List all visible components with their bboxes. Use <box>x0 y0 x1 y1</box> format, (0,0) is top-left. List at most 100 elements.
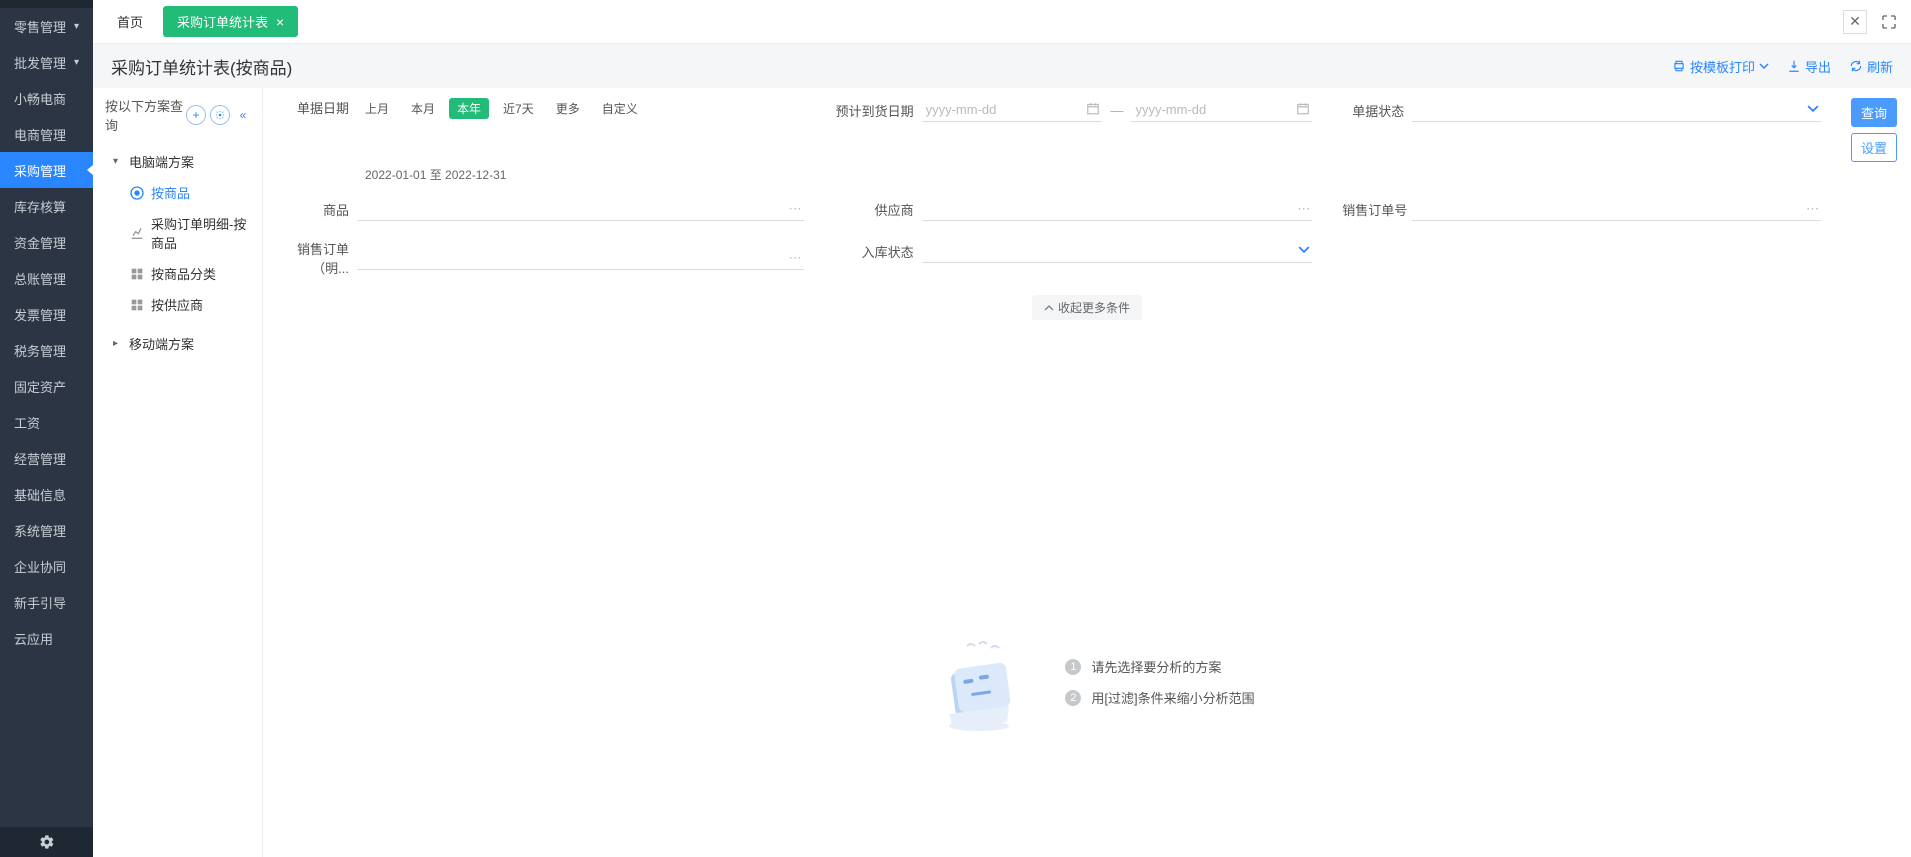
tree-leaf-label: 按商品 <box>151 183 190 202</box>
query-button[interactable]: 查询 <box>1851 98 1897 127</box>
step-num-1: 1 <box>1065 659 1081 675</box>
chart-icon <box>129 225 145 241</box>
doc-status-select[interactable] <box>1412 98 1821 122</box>
date-chip-5[interactable]: 自定义 <box>594 98 646 119</box>
nav-item-9[interactable]: 税务管理 <box>0 332 93 368</box>
empty-illustration-icon <box>919 622 1039 742</box>
form-item-product: 商品 ⋯ <box>277 197 804 221</box>
nav-item-16[interactable]: 新手引导 <box>0 584 93 620</box>
nav-item-label: 零售管理 <box>14 17 66 36</box>
settings-button[interactable]: 设置 <box>1851 133 1897 162</box>
nav-item-15[interactable]: 企业协同 <box>0 548 93 584</box>
tab-label: 采购订单统计表 <box>177 12 268 31</box>
form-item-sales-order-no: 销售订单号 ⋯ <box>1342 197 1821 221</box>
form-item-sales-order-detail: 销售订单（明... ⋯ <box>277 239 804 277</box>
nav-item-7[interactable]: 总账管理 <box>0 260 93 296</box>
nav-item-17[interactable]: 云应用 <box>0 620 93 656</box>
more-icon[interactable]: ⋯ <box>1806 201 1819 217</box>
date-chip-0[interactable]: 上月 <box>357 98 397 119</box>
collapse-conditions-button[interactable]: 收起更多条件 <box>1032 295 1142 320</box>
tree-leaf-0-0[interactable]: 按商品 <box>93 177 262 208</box>
tree-group-label: 电脑端方案 <box>129 152 194 171</box>
more-icon[interactable]: ⋯ <box>789 201 802 217</box>
nav-item-12[interactable]: 经营管理 <box>0 440 93 476</box>
nav-footer <box>0 827 93 857</box>
doc-date-range-text: 2022-01-01 至 2022-12-31 <box>277 166 1897 183</box>
nav-item-0[interactable]: 零售管理▾ <box>0 8 93 44</box>
date-chip-4[interactable]: 更多 <box>548 98 588 119</box>
nav-item-3[interactable]: 电商管理 <box>0 116 93 152</box>
nav-item-13[interactable]: 基础信息 <box>0 476 93 512</box>
refresh-button[interactable]: 刷新 <box>1849 57 1893 76</box>
scheme-settings-button[interactable] <box>210 105 230 125</box>
export-icon <box>1787 59 1801 73</box>
product-input[interactable] <box>357 197 804 221</box>
sales-order-no-input[interactable] <box>1412 197 1821 221</box>
nav-item-label: 电商管理 <box>14 125 66 144</box>
tree-leaf-label: 按供应商 <box>151 295 203 314</box>
nav-item-label: 库存核算 <box>14 197 66 216</box>
supplier-input[interactable] <box>922 197 1313 221</box>
sales-order-detail-input[interactable] <box>357 246 804 270</box>
date-chip-1[interactable]: 本月 <box>403 98 443 119</box>
chevron-down-icon <box>1759 61 1769 71</box>
expected-date-to-input[interactable] <box>1131 98 1312 122</box>
grid-icon <box>129 266 145 282</box>
gear-icon[interactable] <box>39 834 55 850</box>
gear-small-icon <box>215 110 225 120</box>
expected-date-from-input[interactable] <box>922 98 1103 122</box>
form-item-doc-status: 单据状态 <box>1342 98 1821 122</box>
nav-item-4[interactable]: 采购管理 <box>0 152 93 188</box>
tree-leaf-0-2[interactable]: 按商品分类 <box>93 258 262 289</box>
calendar-icon[interactable] <box>1086 102 1100 119</box>
chevron-right-icon: ▸ <box>113 338 123 349</box>
nav-item-label: 固定资产 <box>14 377 66 396</box>
target-icon <box>129 185 145 201</box>
nav-item-14[interactable]: 系统管理 <box>0 512 93 548</box>
nav-item-label: 资金管理 <box>14 233 66 252</box>
content: 按以下方案查询 + « ▾电脑端方案按商品采购订单明细-按商品按商品分类按供应商… <box>93 88 1911 857</box>
date-chip-3[interactable]: 近7天 <box>495 98 542 119</box>
collapse-sidebar-button[interactable]: « <box>234 106 252 124</box>
chevron-down-icon[interactable] <box>1298 244 1310 259</box>
tree-leaf-0-1[interactable]: 采购订单明细-按商品 <box>93 208 262 258</box>
nav-item-2[interactable]: 小畅电商 <box>0 80 93 116</box>
tree-group-1[interactable]: ▸移动端方案 <box>93 328 262 359</box>
tab-home[interactable]: 首页 <box>103 6 157 37</box>
chevron-down-icon: ▾ <box>74 57 79 68</box>
date-chip-2[interactable]: 本年 <box>449 98 489 119</box>
nav-item-label: 税务管理 <box>14 341 66 360</box>
add-scheme-button[interactable]: + <box>186 105 206 125</box>
date-separator: — <box>1110 103 1123 118</box>
page-actions: 按模板打印 导出 刷新 <box>1672 57 1893 76</box>
close-panel-button[interactable]: ✕ <box>1843 10 1867 34</box>
nav-item-6[interactable]: 资金管理 <box>0 224 93 260</box>
nav-item-label: 采购管理 <box>14 161 66 180</box>
export-button[interactable]: 导出 <box>1787 57 1831 76</box>
nav-item-1[interactable]: 批发管理▾ <box>0 44 93 80</box>
chevron-down-icon[interactable] <box>1807 103 1819 118</box>
more-icon[interactable]: ⋯ <box>789 250 802 266</box>
inbound-status-select[interactable] <box>922 239 1313 263</box>
more-icon[interactable]: ⋯ <box>1297 201 1310 217</box>
nav-item-label: 工资 <box>14 413 40 432</box>
empty-step-2: 2 用[过滤]条件来缩小分析范围 <box>1065 688 1254 707</box>
fullscreen-button[interactable] <box>1877 10 1901 34</box>
form-item-doc-date: 单据日期 上月本月本年近7天更多自定义 <box>277 98 804 119</box>
nav-item-5[interactable]: 库存核算 <box>0 188 93 224</box>
step-num-2: 2 <box>1065 690 1081 706</box>
print-template-button[interactable]: 按模板打印 <box>1672 57 1769 76</box>
page-header: 采购订单统计表(按商品) 按模板打印 导出 刷新 <box>93 44 1911 88</box>
tree-leaf-0-3[interactable]: 按供应商 <box>93 289 262 320</box>
tab-purchase-order-stats[interactable]: 采购订单统计表 × <box>163 6 298 37</box>
nav-item-8[interactable]: 发票管理 <box>0 296 93 332</box>
main: 首页 采购订单统计表 × ✕ 采购订单统计表(按商品) 按模板打印 <box>93 0 1911 857</box>
grid-icon <box>129 297 145 313</box>
tree-group-0[interactable]: ▾电脑端方案 <box>93 146 262 177</box>
calendar-icon[interactable] <box>1296 102 1310 119</box>
nav-item-11[interactable]: 工资 <box>0 404 93 440</box>
nav-item-10[interactable]: 固定资产 <box>0 368 93 404</box>
nav-item-label: 经营管理 <box>14 449 66 468</box>
chevron-up-icon <box>1044 303 1054 313</box>
tab-close-icon[interactable]: × <box>276 15 284 29</box>
